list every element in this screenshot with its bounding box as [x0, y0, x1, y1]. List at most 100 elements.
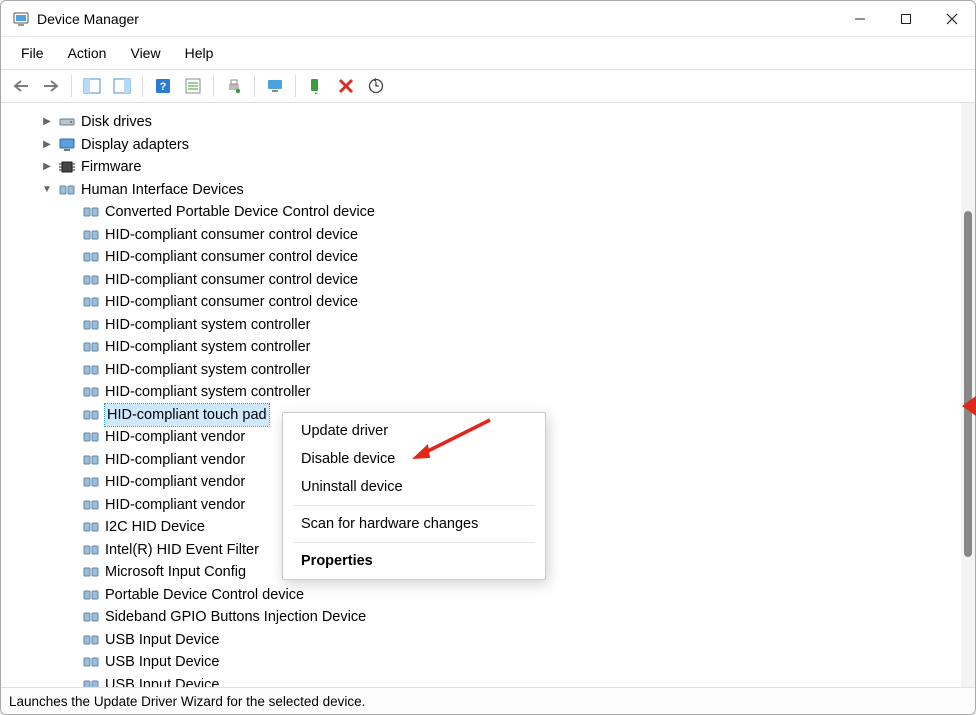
tree-node-hid-child[interactable]: HID-compliant consumer control device [13, 269, 961, 292]
maximize-button[interactable] [883, 1, 929, 37]
tree-spacer [65, 476, 77, 488]
tree-spacer [65, 341, 77, 353]
toolbar-separator [254, 75, 255, 97]
tree-node-hid-child[interactable]: HID-compliant consumer control device [13, 246, 961, 269]
help-button[interactable]: ? [149, 74, 177, 98]
vertical-scrollbar[interactable] [961, 103, 975, 687]
tree-node-hid-child[interactable]: Sideband GPIO Buttons Injection Device [13, 606, 961, 629]
minimize-icon [854, 13, 866, 25]
tree-label: Display adapters [81, 134, 189, 156]
context-disable-device[interactable]: Disable device [283, 445, 545, 473]
close-button[interactable] [929, 1, 975, 37]
hid-device-icon [83, 249, 99, 265]
toolbar-separator [142, 75, 143, 97]
hid-device-icon [83, 497, 99, 513]
tree-label: HID-compliant vendor [105, 471, 245, 493]
menu-view[interactable]: View [120, 41, 170, 65]
device-tree[interactable]: ▶ Disk drives ▶ Display adapters ▶ Firmw… [1, 103, 961, 687]
tree-spacer [65, 634, 77, 646]
tree-node-hid-child[interactable]: Converted Portable Device Control device [13, 201, 961, 224]
tree-node-firmware[interactable]: ▶ Firmware [13, 156, 961, 179]
list-icon [185, 78, 201, 94]
print-button[interactable] [220, 74, 248, 98]
tree-spacer [65, 544, 77, 556]
tree-label: HID-compliant vendor [105, 426, 245, 448]
show-hide-tree-button[interactable] [78, 74, 106, 98]
app-icon [13, 11, 29, 27]
hid-device-icon [83, 519, 99, 535]
scrollbar-thumb[interactable] [964, 211, 972, 557]
panel-left-icon [83, 78, 101, 94]
tree-spacer [65, 499, 77, 511]
tree-spacer [65, 454, 77, 466]
tree-spacer [65, 521, 77, 533]
tree-node-hid-child[interactable]: HID-compliant consumer control device [13, 291, 961, 314]
tree-node-hid-child[interactable]: USB Input Device [13, 651, 961, 674]
hid-device-icon [83, 609, 99, 625]
forward-button[interactable] [37, 74, 65, 98]
chevron-down-icon[interactable]: ▼ [41, 184, 53, 196]
context-properties[interactable]: Properties [283, 547, 545, 575]
panel-right-icon [113, 78, 131, 94]
tree-node-hid-child[interactable]: HID-compliant system controller [13, 359, 961, 382]
hid-device-icon [83, 384, 99, 400]
menu-action[interactable]: Action [58, 41, 117, 65]
titlebar: Device Manager [1, 1, 975, 37]
tree-spacer [65, 274, 77, 286]
hid-device-icon [83, 294, 99, 310]
device-manager-window: Device Manager File Action View Help [0, 0, 976, 715]
tree-spacer [65, 409, 77, 421]
tree-node-hid-child[interactable]: HID-compliant system controller [13, 314, 961, 337]
minimize-button[interactable] [837, 1, 883, 37]
chevron-right-icon[interactable]: ▶ [41, 116, 53, 128]
tree-label: HID-compliant consumer control device [105, 224, 358, 246]
tree-node-hid-child[interactable]: Portable Device Control device [13, 584, 961, 607]
tree-label: Intel(R) HID Event Filter [105, 539, 259, 561]
context-update-driver[interactable]: Update driver [283, 417, 545, 445]
monitor-scan-icon [267, 78, 283, 94]
properties-button[interactable] [108, 74, 136, 98]
back-button[interactable] [7, 74, 35, 98]
disk-drive-icon [59, 114, 75, 130]
scan-hardware-button[interactable] [261, 74, 289, 98]
toolbar-separator [295, 75, 296, 97]
uninstall-device-button[interactable] [332, 74, 360, 98]
arrow-right-icon [42, 79, 60, 93]
hid-device-icon [83, 564, 99, 580]
tree-spacer [65, 296, 77, 308]
arrow-left-icon [12, 79, 30, 93]
tree-label: Disk drives [81, 111, 152, 133]
tree-label: HID-compliant touch pad [105, 404, 269, 426]
tree-node-hid[interactable]: ▼ Human Interface Devices [13, 179, 961, 202]
tree-node-hid-child[interactable]: USB Input Device [13, 674, 961, 688]
hid-device-icon [83, 339, 99, 355]
tree-label: HID-compliant consumer control device [105, 246, 358, 268]
chevron-right-icon[interactable]: ▶ [41, 161, 53, 173]
tree-spacer [65, 566, 77, 578]
tree-label: HID-compliant vendor [105, 494, 245, 516]
tree-node-disk-drives[interactable]: ▶ Disk drives [13, 111, 961, 134]
tree-label: USB Input Device [105, 674, 219, 687]
tree-spacer [65, 679, 77, 687]
tree-node-hid-child[interactable]: USB Input Device [13, 629, 961, 652]
tree-node-hid-child[interactable]: HID-compliant consumer control device [13, 224, 961, 247]
hid-device-icon [83, 429, 99, 445]
tree-node-display-adapters[interactable]: ▶ Display adapters [13, 134, 961, 157]
tree-label: HID-compliant system controller [105, 336, 310, 358]
context-uninstall-device[interactable]: Uninstall device [283, 473, 545, 501]
action-list-button[interactable] [179, 74, 207, 98]
context-scan-hardware[interactable]: Scan for hardware changes [283, 510, 545, 538]
hid-device-icon [83, 227, 99, 243]
delete-icon [338, 78, 354, 94]
tree-node-hid-child[interactable]: HID-compliant system controller [13, 381, 961, 404]
tree-spacer [65, 229, 77, 241]
menu-help[interactable]: Help [175, 41, 224, 65]
menu-file[interactable]: File [11, 41, 54, 65]
chevron-right-icon[interactable]: ▶ [41, 139, 53, 151]
update-driver-button[interactable] [362, 74, 390, 98]
tree-node-hid-child[interactable]: HID-compliant system controller [13, 336, 961, 359]
status-text: Launches the Update Driver Wizard for th… [9, 694, 365, 709]
hid-device-icon [83, 407, 99, 423]
tree-label: I2C HID Device [105, 516, 205, 538]
enable-device-button[interactable] [302, 74, 330, 98]
